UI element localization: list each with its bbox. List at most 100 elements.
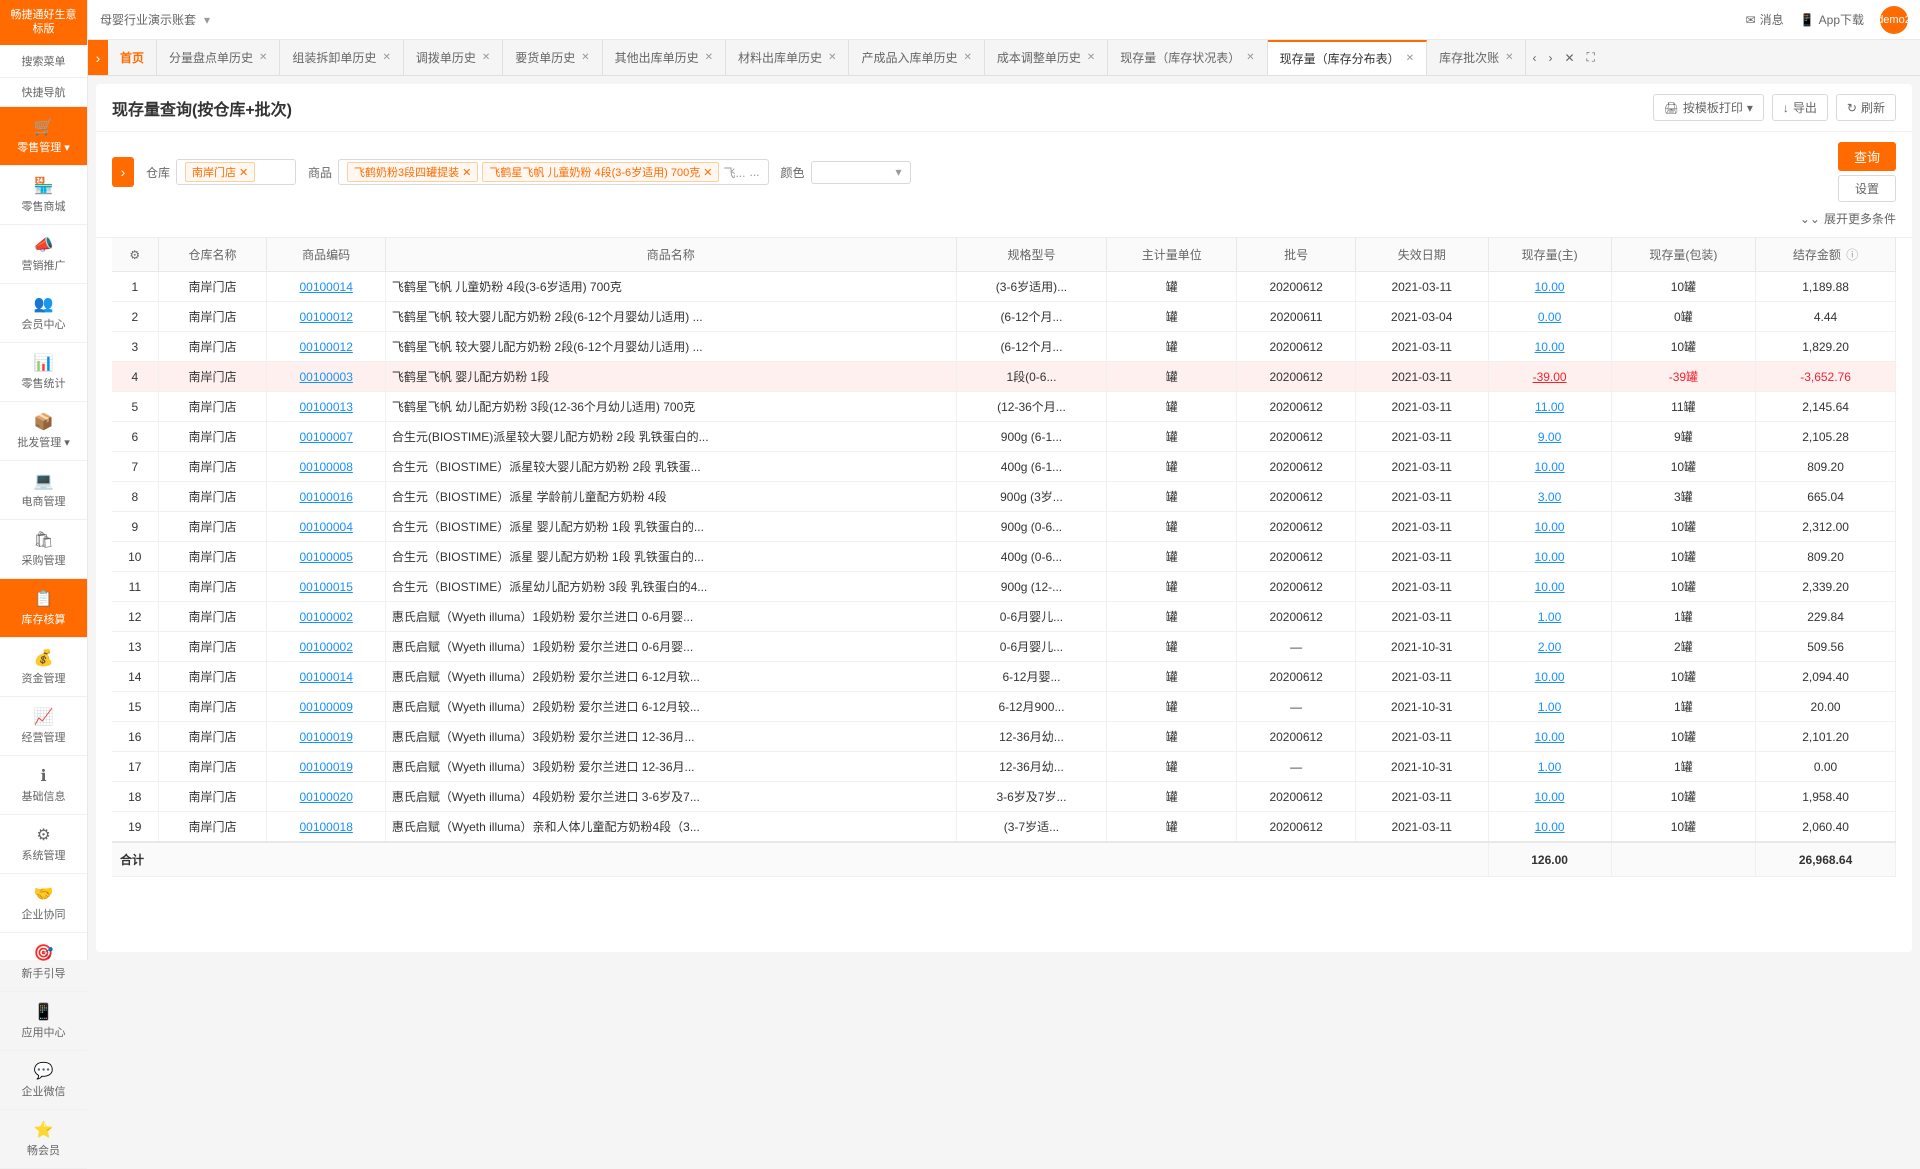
- tab-split-order[interactable]: 组装拆卸单历史 ✕: [280, 40, 403, 76]
- tab-pick-order-close[interactable]: ✕: [482, 52, 490, 63]
- sidebar-item-wholesale[interactable]: 📦 批发管理 ▾: [0, 402, 87, 461]
- warehouse-tag-box[interactable]: 南岸门店 ✕: [176, 159, 296, 185]
- cell-code[interactable]: 00100016: [267, 482, 385, 512]
- sidebar-item-business[interactable]: 📈 经营管理: [0, 697, 87, 756]
- sidebar-item-finance[interactable]: 💰 资金管理: [0, 638, 87, 697]
- color-select-box[interactable]: ▾: [811, 161, 911, 184]
- cell-code[interactable]: 00100007: [267, 422, 385, 452]
- tab-other-out-close[interactable]: ✕: [705, 52, 713, 63]
- sidebar-item-marketing[interactable]: 📣 营销推广: [0, 225, 87, 284]
- cell-qty-main[interactable]: 0.00: [1488, 302, 1611, 332]
- tab-cost-adjust[interactable]: 成本调整单历史 ✕: [985, 40, 1108, 76]
- cell-code[interactable]: 00100003: [267, 362, 385, 392]
- sidebar-item-guide[interactable]: 🎯 新手引导: [0, 933, 87, 992]
- warehouse-tag-close[interactable]: ✕: [239, 166, 248, 179]
- cell-code[interactable]: 00100008: [267, 452, 385, 482]
- tab-product-in-close[interactable]: ✕: [963, 52, 971, 63]
- export-btn[interactable]: ↓ 导出: [1772, 94, 1828, 121]
- cell-qty-main[interactable]: 10.00: [1488, 272, 1611, 302]
- setting-btn[interactable]: 设置: [1838, 175, 1896, 202]
- sidebar-item-system[interactable]: ⚙ 系统管理: [0, 815, 87, 874]
- tab-req-order[interactable]: 要货单历史 ✕: [503, 40, 602, 76]
- tab-nav-prev[interactable]: ‹: [1526, 40, 1542, 76]
- tab-product-in[interactable]: 产成品入库单历史 ✕: [849, 40, 984, 76]
- cell-qty-main[interactable]: 10.00: [1488, 512, 1611, 542]
- tab-material-out[interactable]: 材料出库单历史 ✕: [726, 40, 849, 76]
- product-tag-box[interactable]: 飞鹤奶粉3段四罐提装 ✕ 飞鹤星飞帆 儿童奶粉 4段(3-6岁适用) 700克 …: [338, 159, 768, 185]
- message-btn[interactable]: ✉ 消息: [1746, 11, 1784, 28]
- cell-qty-main[interactable]: -39.00: [1488, 362, 1611, 392]
- tab-material-out-close[interactable]: ✕: [828, 52, 836, 63]
- cell-code[interactable]: 00100002: [267, 602, 385, 632]
- cell-qty-main[interactable]: 10.00: [1488, 452, 1611, 482]
- amount-info-icon[interactable]: ⓘ: [1846, 248, 1858, 262]
- tab-other-out[interactable]: 其他出库单历史 ✕: [603, 40, 726, 76]
- sidebar-item-wechat[interactable]: 💬 企业微信: [0, 1051, 87, 1110]
- quick-nav[interactable]: 快捷导航: [0, 78, 87, 107]
- query-btn[interactable]: 查询: [1838, 142, 1896, 171]
- tab-close-all[interactable]: ✕: [1558, 40, 1580, 76]
- sidebar-item-app-center[interactable]: 📱 应用中心: [0, 992, 87, 1051]
- cell-qty-main[interactable]: 1.00: [1488, 752, 1611, 782]
- sidebar-item-inventory[interactable]: 📋 库存核算: [0, 579, 87, 638]
- tab-cost-adjust-close[interactable]: ✕: [1087, 52, 1095, 63]
- cell-qty-main[interactable]: 10.00: [1488, 572, 1611, 602]
- sidebar-item-retail-shop[interactable]: 🏪 零售商城: [0, 166, 87, 225]
- tab-batch-invoice[interactable]: 库存批次账 ✕: [1427, 40, 1526, 76]
- template-print-btn[interactable]: 🖨 按模板打印 ▾: [1653, 94, 1764, 121]
- filter-expand-btn[interactable]: ›: [112, 157, 134, 187]
- product-tag-2-close[interactable]: ✕: [703, 166, 712, 179]
- cell-code[interactable]: 00100012: [267, 332, 385, 362]
- sidebar-item-member[interactable]: 👥 会员中心: [0, 284, 87, 343]
- cell-code[interactable]: 00100012: [267, 302, 385, 332]
- sidebar-item-member2[interactable]: ⭐ 畅会员: [0, 1110, 87, 1169]
- expand-conditions-btn[interactable]: ⌄⌄ 展开更多条件: [1800, 210, 1896, 227]
- tab-req-order-close[interactable]: ✕: [581, 52, 589, 63]
- user-avatar[interactable]: demo2: [1880, 6, 1908, 34]
- product-ellipsis[interactable]: 飞...: [723, 164, 745, 181]
- product-tag-1-close[interactable]: ✕: [462, 166, 471, 179]
- sidebar-item-collab[interactable]: 🤝 企业协同: [0, 874, 87, 933]
- sidebar-item-retail-stat[interactable]: 📊 零售统计: [0, 343, 87, 402]
- sidebar-item-purchase[interactable]: 🛍 采购管理: [0, 520, 87, 579]
- col-settings[interactable]: ⚙: [112, 238, 158, 272]
- tab-pick-order[interactable]: 调拨单历史 ✕: [404, 40, 503, 76]
- cell-code[interactable]: 00100004: [267, 512, 385, 542]
- tab-expand-btn[interactable]: ›: [88, 40, 108, 76]
- cell-code[interactable]: 00100009: [267, 692, 385, 722]
- sidebar-item-ecommerce[interactable]: 💻 电商管理: [0, 461, 87, 520]
- cell-code[interactable]: 00100002: [267, 632, 385, 662]
- cell-qty-main[interactable]: 10.00: [1488, 662, 1611, 692]
- tab-inventory-status-close[interactable]: ✕: [1246, 52, 1254, 63]
- cell-code[interactable]: 00100018: [267, 812, 385, 843]
- cell-code[interactable]: 00100015: [267, 572, 385, 602]
- cell-code[interactable]: 00100019: [267, 752, 385, 782]
- cell-code[interactable]: 00100013: [267, 392, 385, 422]
- tab-inventory-dist[interactable]: 现存量（库存分布表） ✕: [1268, 40, 1427, 76]
- tab-batch-invoice-close[interactable]: ✕: [1505, 52, 1513, 63]
- tab-split-order-close[interactable]: ✕: [382, 52, 390, 63]
- tab-nav-next[interactable]: ›: [1542, 40, 1558, 76]
- product-more-ellipsis[interactable]: ...: [749, 165, 759, 179]
- cell-qty-main[interactable]: 10.00: [1488, 812, 1611, 843]
- cell-qty-main[interactable]: 10.00: [1488, 782, 1611, 812]
- cell-qty-main[interactable]: 1.00: [1488, 602, 1611, 632]
- cell-qty-main[interactable]: 1.00: [1488, 692, 1611, 722]
- cell-qty-main[interactable]: 2.00: [1488, 632, 1611, 662]
- sidebar-item-retail[interactable]: 🛒 零售管理 ▾: [0, 107, 87, 166]
- cell-code[interactable]: 00100014: [267, 272, 385, 302]
- tab-inventory-dist-close[interactable]: ✕: [1406, 53, 1414, 64]
- search-menu[interactable]: 搜索菜单: [0, 45, 87, 78]
- breadcrumb-arrow[interactable]: ▾: [204, 13, 210, 27]
- cell-qty-main[interactable]: 3.00: [1488, 482, 1611, 512]
- tab-split-inventory[interactable]: 分量盘点单历史 ✕: [157, 40, 280, 76]
- cell-code[interactable]: 00100005: [267, 542, 385, 572]
- cell-qty-main[interactable]: 11.00: [1488, 392, 1611, 422]
- tab-home[interactable]: 首页: [108, 40, 157, 76]
- sidebar-item-basic[interactable]: ℹ 基础信息: [0, 756, 87, 815]
- tab-split-inventory-close[interactable]: ✕: [259, 52, 267, 63]
- cell-code[interactable]: 00100014: [267, 662, 385, 692]
- tab-maximize[interactable]: ⛶: [1581, 40, 1601, 76]
- app-download-btn[interactable]: 📱 App下载: [1800, 11, 1864, 28]
- cell-code[interactable]: 00100019: [267, 722, 385, 752]
